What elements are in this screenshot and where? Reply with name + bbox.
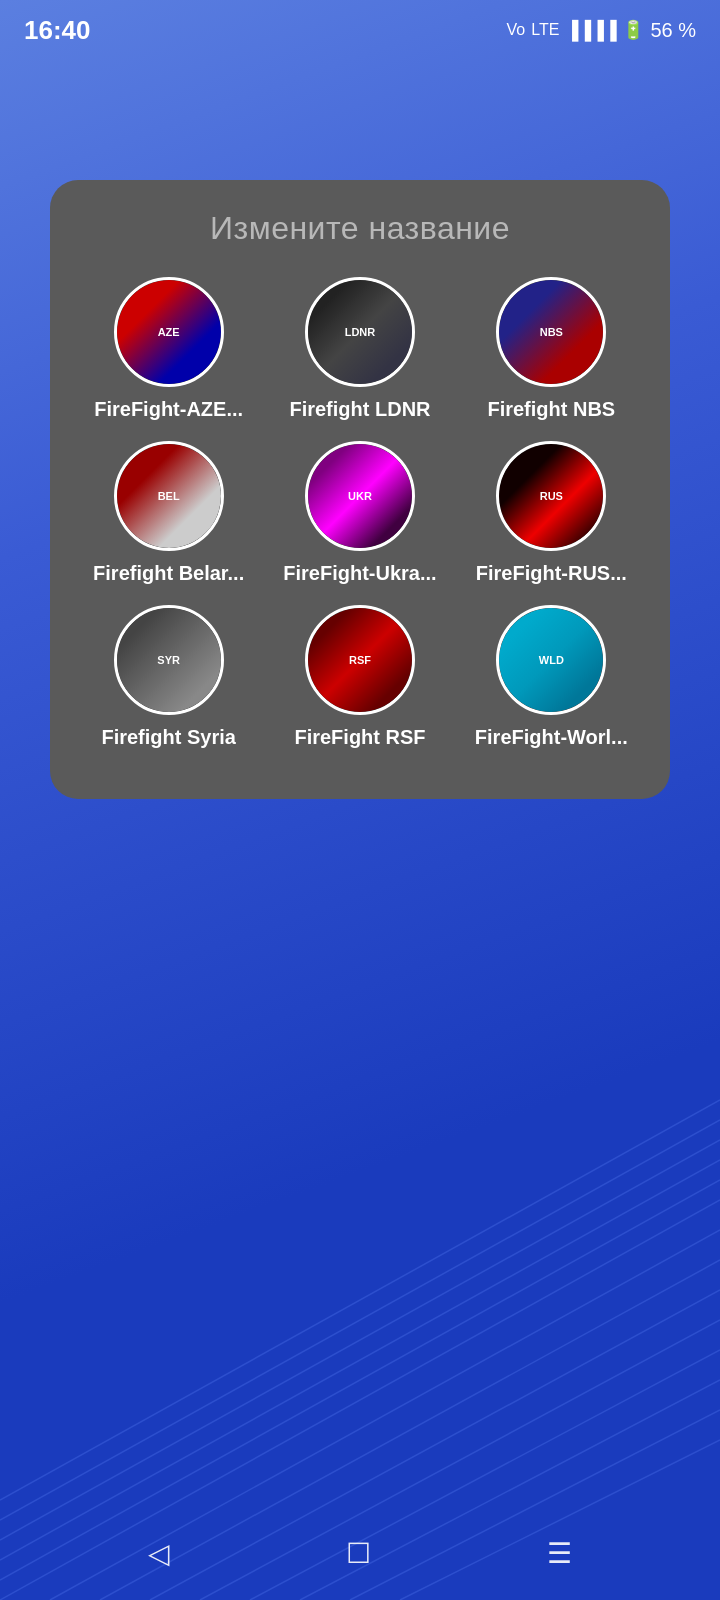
app-icon-inner-ukr: UKR [308,444,412,548]
app-item-rus[interactable]: RUS FireFight-RUS... [461,441,642,585]
app-icon-inner-rsf: RSF [308,608,412,712]
app-label-rsf: FireFight RSF [294,725,425,749]
svg-line-4 [0,1180,720,1580]
app-icon-bel: BEL [114,441,224,551]
app-item-aze[interactable]: AZE FireFight-AZE... [78,277,259,421]
app-label-syr: Firefight Syria [101,725,235,749]
app-icon-nbs: NBS [496,277,606,387]
app-label-ldnr: Firefight LDNR [289,397,430,421]
app-item-ukr[interactable]: UKR FireFight-Ukra... [269,441,450,585]
app-icon-syr: SYR [114,605,224,715]
signal-icon: Vo [507,21,526,39]
back-button[interactable]: ◁ [148,1537,170,1570]
app-item-syr[interactable]: SYR Firefight Syria [78,605,259,749]
battery-icon: 🔋 [622,19,644,41]
home-button[interactable]: ☐ [346,1537,371,1570]
app-icon-inner-nbs: NBS [499,280,603,384]
app-item-ldnr[interactable]: LDNR Firefight LDNR [269,277,450,421]
app-item-nbs[interactable]: NBS Firefight NBS [461,277,642,421]
app-icon-inner-syr: SYR [117,608,221,712]
app-label-nbs: Firefight NBS [487,397,615,421]
svg-line-1 [0,1120,720,1520]
app-label-bel: Firefight Belar... [93,561,244,585]
app-icon-rus: RUS [496,441,606,551]
app-icon-ukr: UKR [305,441,415,551]
app-label-aze: FireFight-AZE... [94,397,243,421]
app-icon-inner-ldnr: LDNR [308,280,412,384]
status-time: 16:40 [24,15,91,46]
app-icon-inner-bel: BEL [117,444,221,548]
app-item-bel[interactable]: BEL Firefight Belar... [78,441,259,585]
signal-bars-icon: ▐▐▐▐ [565,20,616,41]
app-icon-inner-world: WLD [499,608,603,712]
menu-button[interactable]: ☰ [547,1537,572,1570]
app-label-rus: FireFight-RUS... [476,561,627,585]
lte-icon: LTE [531,21,559,39]
rename-dialog: Измените название AZE FireFight-AZE... LDN… [50,180,670,799]
svg-line-3 [0,1160,720,1560]
apps-grid: AZE FireFight-AZE... LDNR Firefight LDNR NBS… [78,277,642,749]
app-icon-world: WLD [496,605,606,715]
dialog-title: Измените название [78,210,642,247]
app-icon-ldnr: LDNR [305,277,415,387]
app-icon-inner-rus: RUS [499,444,603,548]
app-item-world[interactable]: WLD FireFight-Worl... [461,605,642,749]
nav-bar: ◁ ☐ ☰ [0,1527,720,1580]
svg-line-0 [0,1100,720,1500]
app-label-ukr: FireFight-Ukra... [283,561,436,585]
app-icon-aze: AZE [114,277,224,387]
app-label-world: FireFight-Worl... [475,725,628,749]
app-icon-rsf: RSF [305,605,415,715]
status-bar: 16:40 Vo LTE ▐▐▐▐ 🔋 56 % [0,0,720,60]
app-icon-inner-aze: AZE [117,280,221,384]
status-icons: Vo LTE ▐▐▐▐ 🔋 56 % [507,19,696,42]
app-item-rsf[interactable]: RSF FireFight RSF [269,605,450,749]
svg-line-2 [0,1140,720,1540]
battery-level: 56 % [650,19,696,42]
